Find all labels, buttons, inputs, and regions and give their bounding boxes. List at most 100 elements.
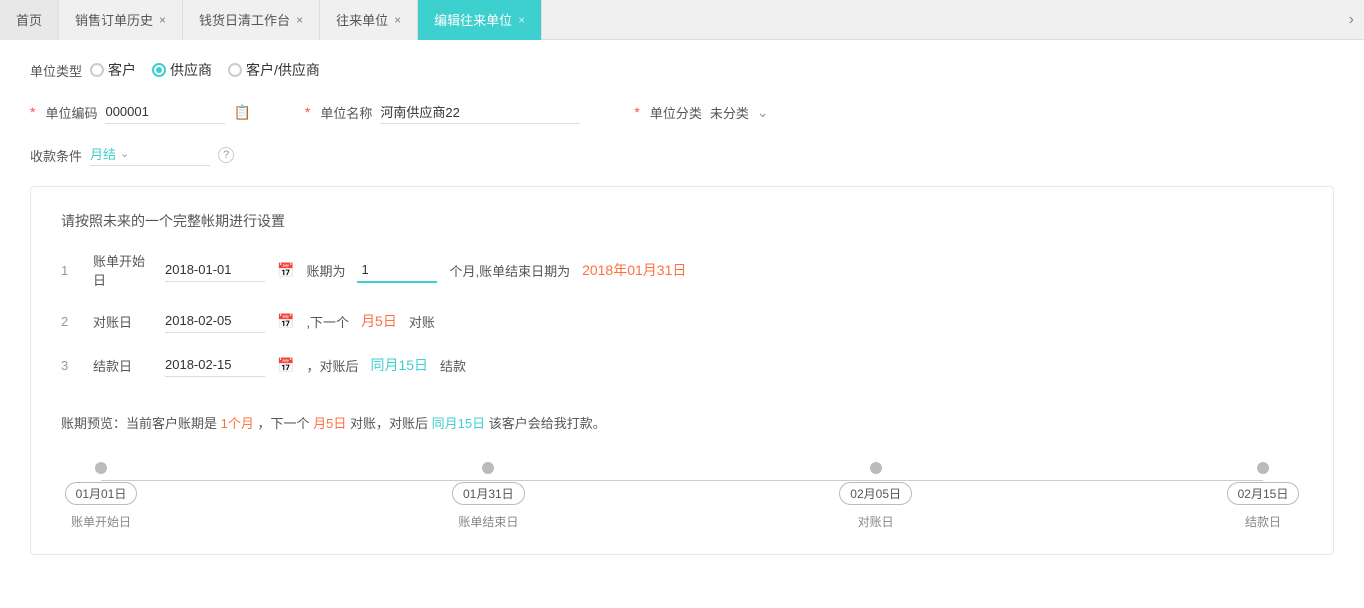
period-row-3: 3 结款日 📅 ，对账后 同月15日 结款 xyxy=(61,353,1303,377)
unit-type-label: 单位类型 xyxy=(30,61,82,80)
unit-code-star: * xyxy=(30,104,35,120)
unit-type-row: 单位类型 客户 供应商 客户/供应商 xyxy=(30,60,1334,80)
start-date-cal-icon[interactable]: 📅 xyxy=(277,262,294,279)
unit-name-star: * xyxy=(305,104,310,120)
unit-code-icon[interactable]: 📋 xyxy=(233,104,250,121)
tab-cash[interactable]: 钱货日清工作台 × xyxy=(183,0,320,40)
preview-text: 账期预览：当前客户账期是 1个月 ，下一个 月5日 对账，对账后 同月15日 该… xyxy=(61,413,1303,432)
tab-home[interactable]: 首页 xyxy=(0,0,59,40)
tl-dot-2 xyxy=(870,462,882,474)
radio-group: 客户 供应商 客户/供应商 xyxy=(90,60,320,80)
unit-code-group: * 单位编码 📋 xyxy=(30,100,251,124)
unit-classify-group: * 单位分类 未分类 ⌄ xyxy=(634,103,768,122)
tab-partners[interactable]: 往来单位 × xyxy=(320,0,418,40)
radio-customer-circle xyxy=(90,63,104,77)
tab-more-button[interactable]: › xyxy=(1339,11,1364,29)
radio-both-label: 客户/供应商 xyxy=(246,60,320,80)
tl-badge-2: 02月05日 xyxy=(839,482,912,505)
unit-code-input[interactable] xyxy=(105,100,225,124)
period-mid-text: 账期为 xyxy=(306,261,345,280)
payment-terms-arrow-icon: ⌄ xyxy=(120,147,129,160)
radio-supplier-circle xyxy=(152,63,166,77)
preview-mid-2: 对账，对账后 xyxy=(350,416,428,431)
reconcile-suffix: 对账 xyxy=(409,312,435,331)
reconcile-date-input[interactable] xyxy=(165,309,265,333)
payment-date-input[interactable] xyxy=(165,353,265,377)
payment-terms-group: 收款条件 月结 ⌄ ? xyxy=(30,144,234,166)
period-row-2: 2 对账日 📅 ,下一个 月5日 对账 xyxy=(61,309,1303,333)
help-icon[interactable]: ? xyxy=(218,147,234,163)
period-end-date: 2018年01月31日 xyxy=(582,260,686,280)
tab-home-label: 首页 xyxy=(16,10,42,29)
timeline-items: 01月01日 账单开始日 01月31日 账单结束日 02月05日 对账日 xyxy=(61,462,1303,530)
tab-sales-close[interactable]: × xyxy=(159,13,166,27)
payment-terms-label: 收款条件 xyxy=(30,146,82,165)
tab-cash-label: 钱货日清工作台 xyxy=(199,10,290,29)
tl-item-3: 02月15日 结款日 xyxy=(1223,462,1303,530)
tl-badge-0: 01月01日 xyxy=(65,482,138,505)
period-row-1: 1 账单开始日 📅 账期为 个月,账单结束日期为 2018年01月31日 xyxy=(61,251,1303,289)
unit-type-group: 单位类型 客户 供应商 客户/供应商 xyxy=(30,60,320,80)
preview-section: 账期预览：当前客户账期是 1个月 ，下一个 月5日 对账，对账后 同月15日 该… xyxy=(61,397,1303,530)
period-suffix: 个月,账单结束日期为 xyxy=(449,261,570,280)
unit-classify-dropdown[interactable]: 未分类 ⌄ xyxy=(710,103,769,122)
payment-prefix: ，对账后 xyxy=(306,356,358,375)
reconcile-prefix: ,下一个 xyxy=(306,312,349,331)
period-num-3: 3 xyxy=(61,358,81,373)
preview-highlight-2: 月5日 xyxy=(313,416,346,431)
preview-prefix: 账期预览：当前客户账期是 xyxy=(61,416,217,431)
payment-suffix: 结款 xyxy=(440,356,466,375)
reconcile-highlight: 月5日 xyxy=(361,311,397,331)
unit-name-group: * 单位名称 xyxy=(305,100,580,124)
tl-dot-1 xyxy=(482,462,494,474)
unit-info-row: * 单位编码 📋 * 单位名称 * 单位分类 未分类 ⌄ xyxy=(30,100,1334,124)
payment-terms-row: 收款条件 月结 ⌄ ? xyxy=(30,144,1334,166)
preview-highlight-1: 1个月 xyxy=(221,416,254,431)
unit-name-label: 单位名称 xyxy=(320,103,372,122)
period-label-3: 结款日 xyxy=(93,356,153,375)
unit-classify-star: * xyxy=(634,104,639,120)
period-card: 请按照未来的一个完整帐期进行设置 1 账单开始日 📅 账期为 个月,账单结束日期… xyxy=(30,186,1334,555)
period-num-2: 2 xyxy=(61,314,81,329)
payment-date-cal-icon[interactable]: 📅 xyxy=(277,357,294,374)
tab-edit-partner-close[interactable]: × xyxy=(518,13,525,27)
reconcile-date-cal-icon[interactable]: 📅 xyxy=(277,313,294,330)
radio-both-circle xyxy=(228,63,242,77)
tl-label-3: 结款日 xyxy=(1245,513,1281,530)
tab-edit-partner[interactable]: 编辑往来单位 × xyxy=(418,0,542,40)
tab-sales-order[interactable]: 销售订单历史 × xyxy=(59,0,183,40)
unit-code-label: 单位编码 xyxy=(45,103,97,122)
radio-supplier[interactable]: 供应商 xyxy=(152,60,212,80)
tl-badge-3: 02月15日 xyxy=(1227,482,1300,505)
preview-mid-1: ，下一个 xyxy=(258,416,310,431)
radio-supplier-label: 供应商 xyxy=(170,60,212,80)
radio-customer[interactable]: 客户 xyxy=(90,60,136,80)
tl-item-1: 01月31日 账单结束日 xyxy=(448,462,528,530)
tl-item-0: 01月01日 账单开始日 xyxy=(61,462,141,530)
classify-arrow-icon: ⌄ xyxy=(757,104,769,121)
tab-bar: 首页 销售订单历史 × 钱货日清工作台 × 往来单位 × 编辑往来单位 × › xyxy=(0,0,1364,40)
radio-both[interactable]: 客户/供应商 xyxy=(228,60,320,80)
tl-badge-1: 01月31日 xyxy=(452,482,525,505)
start-date-input[interactable] xyxy=(165,258,265,282)
period-card-title: 请按照未来的一个完整帐期进行设置 xyxy=(61,211,1303,231)
tab-partners-close[interactable]: × xyxy=(394,13,401,27)
tab-edit-partner-label: 编辑往来单位 xyxy=(434,10,512,29)
period-num-input[interactable] xyxy=(357,258,437,283)
preview-highlight-3: 同月15日 xyxy=(432,416,485,431)
tl-item-2: 02月05日 对账日 xyxy=(836,462,916,530)
period-label-2: 对账日 xyxy=(93,312,153,331)
payment-terms-value: 月结 xyxy=(90,144,116,163)
tab-cash-close[interactable]: × xyxy=(296,13,303,27)
classify-value: 未分类 xyxy=(710,103,749,122)
period-label-1: 账单开始日 xyxy=(93,251,153,289)
tl-label-2: 对账日 xyxy=(858,513,894,530)
tab-sales-label: 销售订单历史 xyxy=(75,10,153,29)
tl-label-0: 账单开始日 xyxy=(71,513,131,530)
timeline-wrapper: 01月01日 账单开始日 01月31日 账单结束日 02月05日 对账日 xyxy=(61,462,1303,530)
payment-terms-dropdown[interactable]: 月结 ⌄ xyxy=(90,144,210,166)
main-content: 单位类型 客户 供应商 客户/供应商 * 单位编码 xyxy=(0,40,1364,608)
unit-name-input[interactable] xyxy=(380,100,580,124)
tab-partners-label: 往来单位 xyxy=(336,10,388,29)
tl-dot-0 xyxy=(95,462,107,474)
